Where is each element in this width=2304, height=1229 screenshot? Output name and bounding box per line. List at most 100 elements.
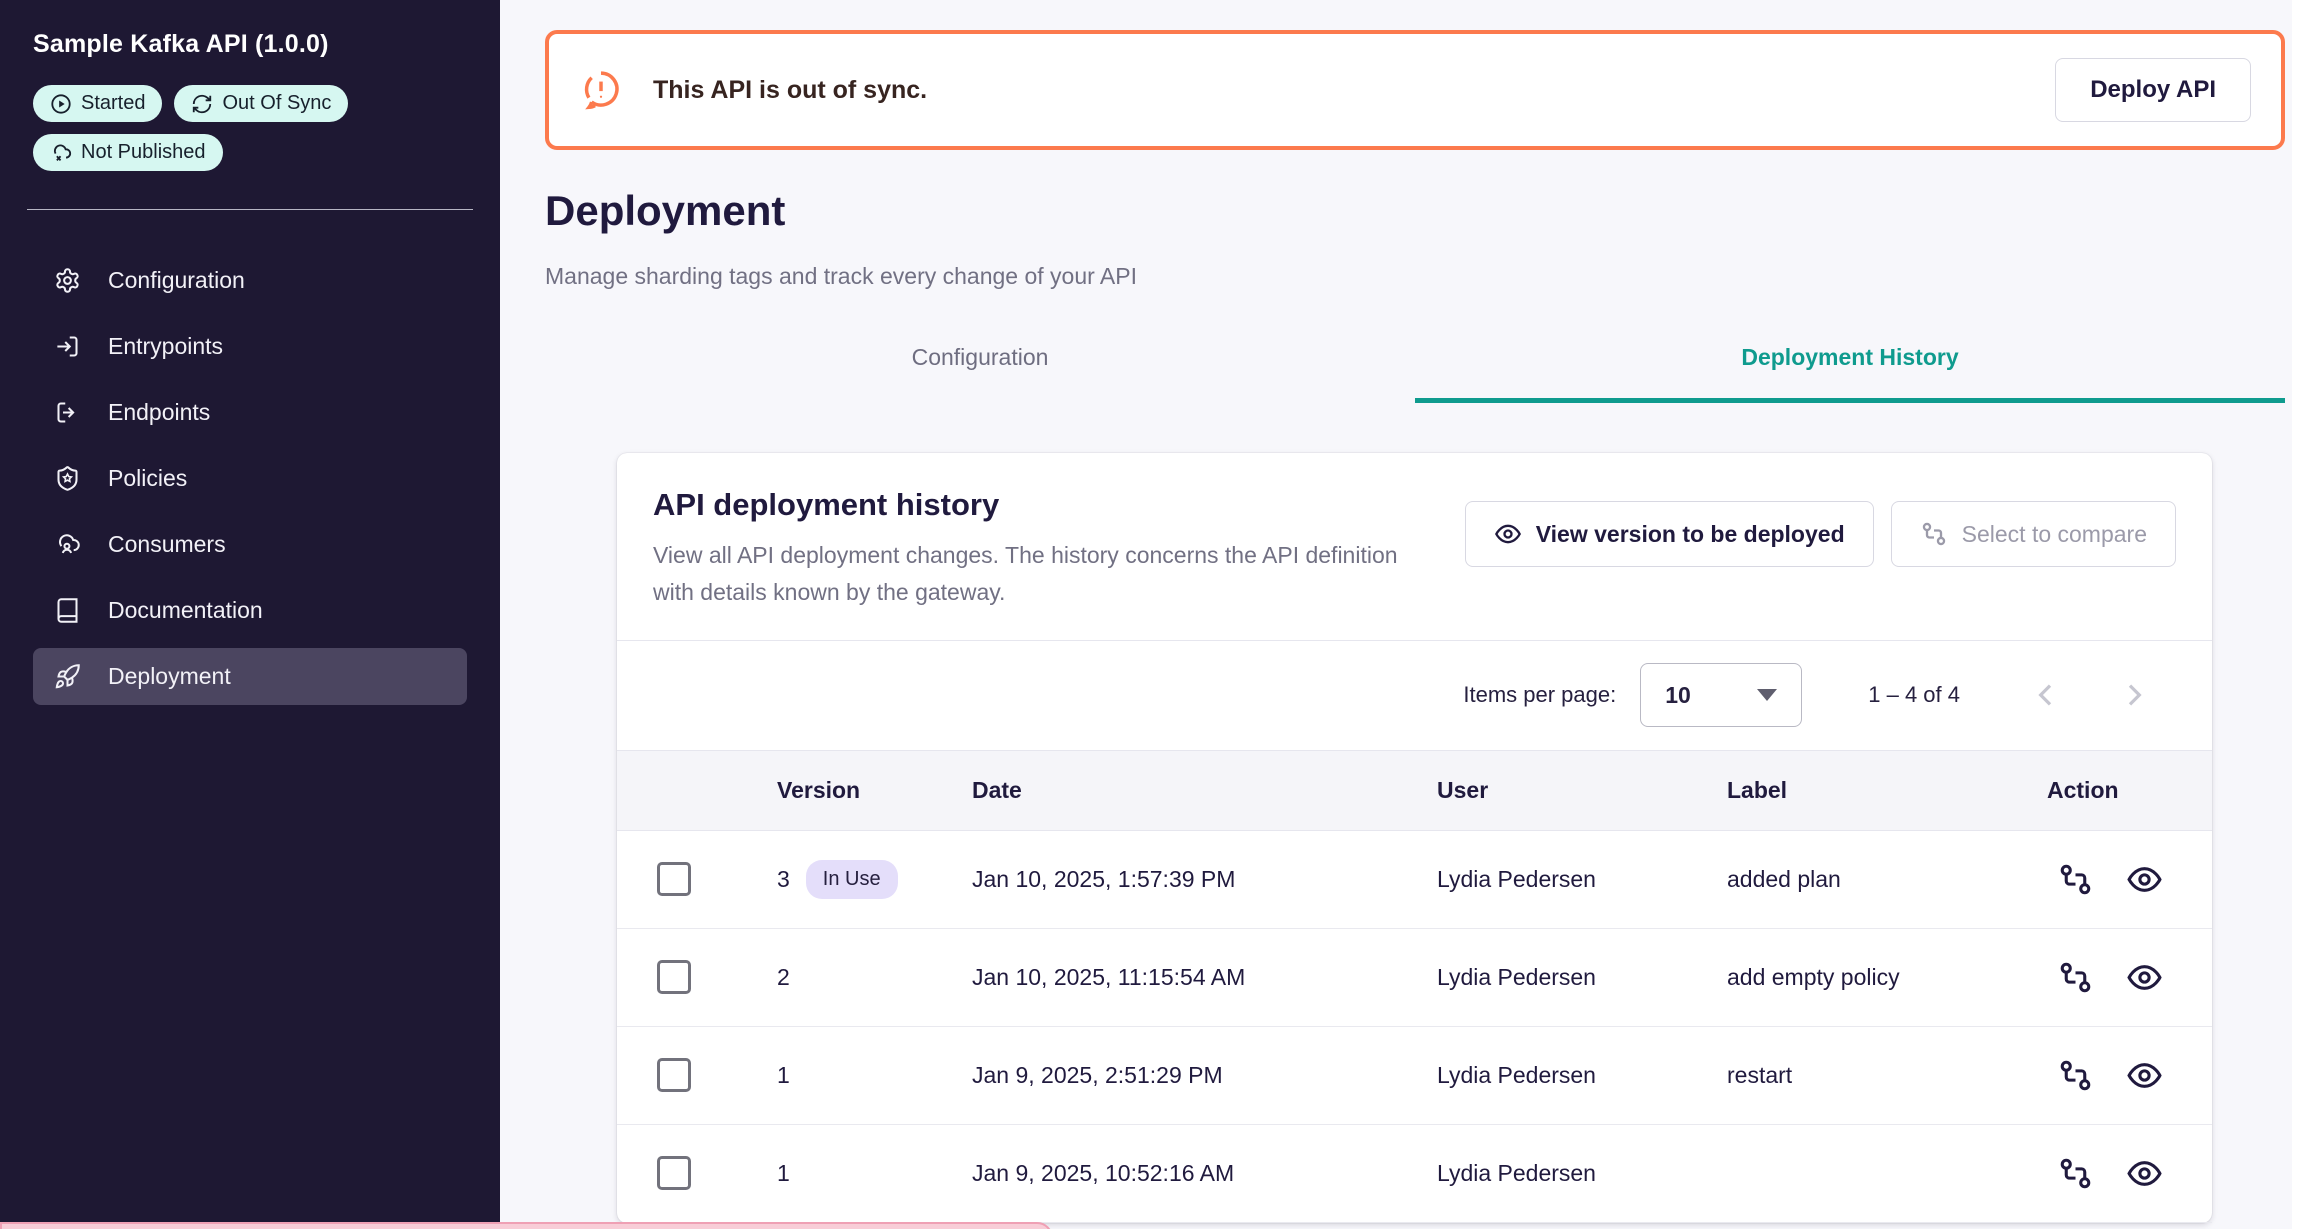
sidebar-item-policies[interactable]: Policies: [33, 450, 467, 507]
scrollbar[interactable]: [2292, 0, 2304, 1229]
eye-icon[interactable]: [2126, 1057, 2163, 1094]
toast-notification: [0, 1222, 1053, 1229]
card-title: API deployment history: [653, 487, 1403, 523]
status-badge-started: Started: [33, 85, 162, 122]
tab-bar: Configuration Deployment History: [545, 344, 2285, 403]
table-row: 1 Jan 9, 2025, 2:51:29 PM Lydia Pedersen…: [617, 1026, 2212, 1124]
sidebar-divider: [27, 209, 473, 210]
git-compare-icon[interactable]: [2057, 1155, 2094, 1192]
status-badge-out-of-sync: Out Of Sync: [174, 85, 348, 122]
main-content: This API is out of sync. Deploy API Depl…: [500, 0, 2304, 1229]
version-value: 2: [777, 964, 790, 991]
eye-icon[interactable]: [2126, 861, 2163, 898]
date-value: Jan 10, 2025, 1:57:39 PM: [972, 830, 1437, 928]
date-value: Jan 9, 2025, 2:51:29 PM: [972, 1026, 1437, 1124]
pagination-nav: [2030, 679, 2150, 711]
date-value: Jan 9, 2025, 10:52:16 AM: [972, 1124, 1437, 1222]
status-badge-not-published: Not Published: [33, 134, 223, 171]
in-use-badge: In Use: [806, 860, 898, 899]
pagination-range: 1 – 4 of 4: [1868, 682, 1960, 708]
entry-icon: [54, 333, 81, 360]
label-value: added plan: [1727, 830, 2047, 928]
shield-star-icon: [54, 465, 81, 492]
sidebar-item-label: Policies: [108, 465, 187, 492]
sidebar: Sample Kafka API (1.0.0) Started Out Of …: [0, 0, 500, 1229]
items-per-page-value: 10: [1665, 682, 1691, 709]
page-title: Deployment: [545, 187, 2285, 235]
header-user: User: [1437, 750, 1727, 830]
select-to-compare-button[interactable]: Select to compare: [1891, 501, 2176, 567]
row-checkbox[interactable]: [657, 960, 691, 994]
book-icon: [54, 597, 81, 624]
badge-label: Out Of Sync: [222, 92, 331, 115]
header-action: Action: [2047, 750, 2212, 830]
card-header-text: API deployment history View all API depl…: [653, 487, 1403, 612]
row-checkbox[interactable]: [657, 1156, 691, 1190]
view-version-button[interactable]: View version to be deployed: [1465, 501, 1874, 567]
label-value: [1727, 1124, 2047, 1222]
sidebar-item-configuration[interactable]: Configuration: [33, 252, 467, 309]
label-value: restart: [1727, 1026, 2047, 1124]
gear-icon: [54, 267, 81, 294]
cloud-error-icon: [50, 142, 72, 164]
banner-message: This API is out of sync.: [653, 76, 927, 105]
sync-icon: [191, 93, 213, 115]
table-row: 3 In Use Jan 10, 2025, 1:57:39 PM Lydia …: [617, 830, 2212, 928]
out-of-sync-banner: This API is out of sync. Deploy API: [545, 30, 2285, 150]
row-checkbox[interactable]: [657, 862, 691, 896]
user-value: Lydia Pedersen: [1437, 928, 1727, 1026]
version-value: 1: [777, 1062, 790, 1089]
table-header-row: Version Date User Label Action: [617, 750, 2212, 830]
chevron-right-icon[interactable]: [2118, 679, 2150, 711]
badge-label: Started: [81, 92, 145, 115]
git-compare-icon[interactable]: [2057, 959, 2094, 996]
cloud-user-icon: [54, 531, 81, 558]
sidebar-item-entrypoints[interactable]: Entrypoints: [33, 318, 467, 375]
eye-icon: [1494, 520, 1522, 548]
play-circle-icon: [50, 93, 72, 115]
sidebar-item-endpoints[interactable]: Endpoints: [33, 384, 467, 441]
user-value: Lydia Pedersen: [1437, 830, 1727, 928]
view-version-label: View version to be deployed: [1536, 521, 1845, 548]
header-version: Version: [747, 750, 972, 830]
date-value: Jan 10, 2025, 11:15:54 AM: [972, 928, 1437, 1026]
deployment-history-card: API deployment history View all API depl…: [617, 453, 2212, 1223]
sidebar-item-documentation[interactable]: Documentation: [33, 582, 467, 639]
items-per-page-select[interactable]: 10: [1640, 663, 1802, 727]
card-actions: View version to be deployed Select to co…: [1465, 487, 2176, 612]
header-label: Label: [1727, 750, 2047, 830]
pagination-bar: Items per page: 10 1 – 4 of 4: [617, 640, 2212, 750]
eye-icon[interactable]: [2126, 1155, 2163, 1192]
header-date: Date: [972, 750, 1437, 830]
sidebar-item-consumers[interactable]: Consumers: [33, 516, 467, 573]
git-compare-icon: [1920, 520, 1948, 548]
tab-configuration[interactable]: Configuration: [545, 344, 1415, 403]
tab-deployment-history[interactable]: Deployment History: [1415, 344, 2285, 403]
items-per-page-label: Items per page:: [1463, 682, 1616, 708]
eye-icon[interactable]: [2126, 959, 2163, 996]
version-value: 1: [777, 1160, 790, 1187]
chevron-down-icon: [1757, 689, 1777, 701]
sidebar-item-label: Entrypoints: [108, 333, 223, 360]
card-header: API deployment history View all API depl…: [617, 453, 2212, 640]
sidebar-item-label: Configuration: [108, 267, 245, 294]
table-row: 2 Jan 10, 2025, 11:15:54 AM Lydia Peders…: [617, 928, 2212, 1026]
card-description: View all API deployment changes. The his…: [653, 537, 1403, 612]
user-value: Lydia Pedersen: [1437, 1124, 1727, 1222]
sidebar-item-label: Endpoints: [108, 399, 210, 426]
deploy-api-button[interactable]: Deploy API: [2055, 58, 2251, 122]
sidebar-item-deployment[interactable]: Deployment: [33, 648, 467, 705]
git-compare-icon[interactable]: [2057, 861, 2094, 898]
chevron-left-icon[interactable]: [2030, 679, 2062, 711]
sidebar-item-label: Deployment: [108, 663, 231, 690]
sidebar-item-label: Documentation: [108, 597, 263, 624]
sidebar-nav: Configuration Entrypoints Endpoints: [33, 252, 467, 705]
row-checkbox[interactable]: [657, 1058, 691, 1092]
select-to-compare-label: Select to compare: [1962, 521, 2147, 548]
user-value: Lydia Pedersen: [1437, 1026, 1727, 1124]
page-subtitle: Manage sharding tags and track every cha…: [545, 263, 2285, 290]
git-compare-icon[interactable]: [2057, 1057, 2094, 1094]
table-row: 1 Jan 9, 2025, 10:52:16 AM Lydia Pederse…: [617, 1124, 2212, 1222]
api-title: Sample Kafka API (1.0.0): [33, 30, 467, 59]
rocket-icon: [54, 663, 81, 690]
